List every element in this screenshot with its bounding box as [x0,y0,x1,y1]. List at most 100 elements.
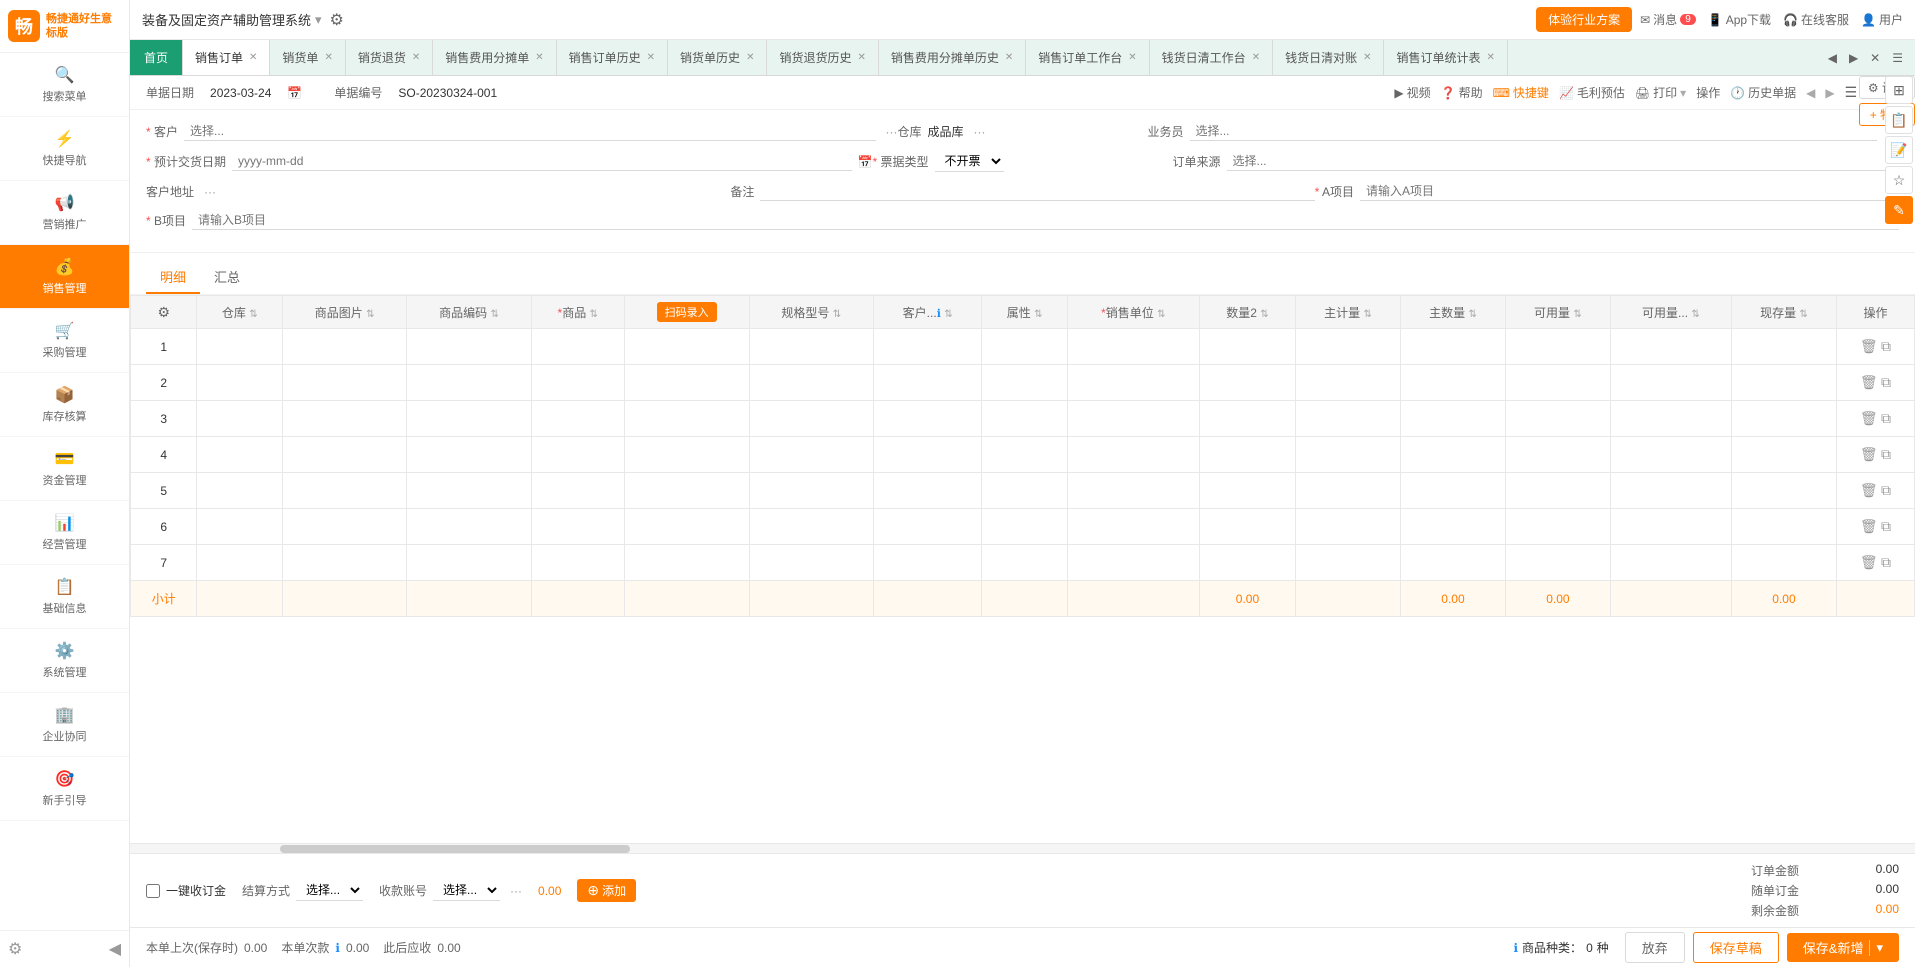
col-sort-icon-product_image[interactable]: ⇅ [366,309,374,320]
cell-row1-sales_unit[interactable] [1067,329,1199,365]
cell-row6-main_unit[interactable] [1296,509,1401,545]
tab-home[interactable]: 首页 [130,40,183,76]
customer-more-icon[interactable]: ··· [886,125,898,139]
collapse-icon[interactable]: ◀ [109,939,121,959]
cell-row3-main_unit[interactable] [1296,401,1401,437]
copy-row-icon[interactable]: ⧉ [1881,554,1891,570]
receipt-more-icon[interactable]: ··· [510,884,522,898]
cell-row3-customer_ref[interactable] [873,401,981,437]
cell-row6-available2[interactable] [1610,509,1731,545]
cell-row7-customer_ref[interactable] [873,545,981,581]
cell-row7-product[interactable] [531,545,624,581]
print-action[interactable]: 🖨 打印 ▾ [1635,84,1686,101]
order-source-input[interactable] [1227,152,1899,171]
cell-row7-operations[interactable]: 🗑 ⧉ [1836,545,1914,581]
cell-row3-available2[interactable] [1610,401,1731,437]
cell-row4-customer_ref[interactable] [873,437,981,473]
col-sort-icon-available2[interactable]: ⇅ [1691,309,1699,320]
settings-icon[interactable]: ⚙ [8,939,22,959]
col-header-settings[interactable]: ⚙ [131,296,197,329]
save-new-button[interactable]: 保存&新增 ▾ [1787,933,1899,962]
cell-row7-main_qty[interactable] [1401,545,1506,581]
cell-row2-attributes[interactable] [982,365,1067,401]
cell-row7-available[interactable] [1505,545,1610,581]
tab-close-sales-return-history[interactable]: ✕ [857,52,865,63]
cell-row4-quantity2[interactable] [1199,437,1295,473]
cell-row1-product_image[interactable] [282,329,406,365]
cell-row6-warehouse[interactable] [197,509,282,545]
cell-row2-sales_unit[interactable] [1067,365,1199,401]
cell-row6-product_code[interactable] [407,509,531,545]
salesperson-input[interactable] [1190,122,1877,141]
cell-row2-available2[interactable] [1610,365,1731,401]
cell-row4-stock[interactable] [1731,437,1836,473]
copy-row-icon[interactable]: ⧉ [1881,338,1891,354]
cell-row1-product_code[interactable] [407,329,531,365]
history-action[interactable]: 🕐 历史单据 [1730,84,1796,101]
cell-row3-attributes[interactable] [982,401,1067,437]
tab-sales-return-history[interactable]: 销货退货历史✕ [767,40,878,76]
operate-action[interactable]: 操作 [1696,84,1720,101]
cell-row5-product_code[interactable] [407,473,531,509]
sidebar-item-finance[interactable]: 💳资金管理 [0,437,129,501]
cell-row4-product_code[interactable] [407,437,531,473]
tab-close-sales-invoice[interactable]: ✕ [324,52,332,63]
cell-row5-scan[interactable] [624,473,749,509]
col-sort-icon-customer_ref[interactable]: ⇅ [944,309,952,320]
tab-close-sales-expense-history[interactable]: ✕ [1005,52,1013,63]
tab-close-sales-invoice-history[interactable]: ✕ [746,52,754,63]
profit-action[interactable]: 📈 毛利预估 [1559,84,1625,101]
cell-row6-customer_ref[interactable] [873,509,981,545]
cell-row4-product[interactable] [531,437,624,473]
cell-row2-warehouse[interactable] [197,365,282,401]
cell-row3-main_qty[interactable] [1401,401,1506,437]
user-action[interactable]: 👤 用户 [1861,11,1903,28]
tab-prev-icon[interactable]: ◀ [1824,49,1841,67]
tab-sales-order-stats[interactable]: 销售订单统计表✕ [1384,40,1507,76]
delivery-calendar-icon[interactable]: 📅 [858,155,873,169]
cell-row5-main_qty[interactable] [1401,473,1506,509]
app-download-action[interactable]: 📱 App下载 [1708,11,1771,28]
tab-close-sales-order-history[interactable]: ✕ [647,52,655,63]
cell-row2-customer_ref[interactable] [873,365,981,401]
delivery-date-input[interactable] [232,152,852,171]
b-project-input[interactable] [192,211,1899,230]
tab-menu-icon[interactable]: ☰ [1888,49,1907,67]
sidebar-item-enterprise[interactable]: 🏢企业协同 [0,693,129,757]
sidebar-item-system[interactable]: ⚙️系统管理 [0,629,129,693]
cell-row6-stock[interactable] [1731,509,1836,545]
invoice-type-select[interactable]: 不开票 [935,151,1004,172]
cell-row3-quantity2[interactable] [1199,401,1295,437]
tab-cash-daily-reconcile[interactable]: 钱货日清对账✕ [1273,40,1384,76]
cell-row1-available[interactable] [1505,329,1610,365]
cell-row2-product_code[interactable] [407,365,531,401]
cell-row7-available2[interactable] [1610,545,1731,581]
tab-close-sales-expense[interactable]: ✕ [535,52,543,63]
cell-row5-product_image[interactable] [282,473,406,509]
remark-input[interactable] [760,182,1314,201]
cell-row3-product_code[interactable] [407,401,531,437]
col-info-icon-customer_ref[interactable]: ℹ [937,308,941,320]
detail-tab-summary[interactable]: 汇总 [200,261,254,294]
cell-row7-stock[interactable] [1731,545,1836,581]
cell-row5-stock[interactable] [1731,473,1836,509]
copy-row-icon[interactable]: ⧉ [1881,518,1891,534]
cell-row1-scan[interactable] [624,329,749,365]
right-icon-5[interactable]: ✎ [1885,196,1913,224]
cell-row1-quantity2[interactable] [1199,329,1295,365]
cell-row5-customer_ref[interactable] [873,473,981,509]
cell-row6-available[interactable] [1505,509,1610,545]
cell-row7-product_image[interactable] [282,545,406,581]
payment-method-select[interactable]: 选择... [296,880,363,901]
cell-row2-available[interactable] [1505,365,1610,401]
col-header-operations[interactable]: 操作 [1836,296,1914,329]
cell-row2-operations[interactable]: 🗑 ⧉ [1836,365,1914,401]
cell-row4-operations[interactable]: 🗑 ⧉ [1836,437,1914,473]
calendar-icon[interactable]: 📅 [287,86,302,100]
col-settings-icon[interactable]: ⚙ [157,304,170,320]
help-action[interactable]: ❓ 帮助 [1441,84,1483,101]
cell-row1-warehouse[interactable] [197,329,282,365]
cell-row1-customer_ref[interactable] [873,329,981,365]
col-sort-icon-sales_unit[interactable]: ⇅ [1157,309,1165,320]
add-receipt-button[interactable]: ⊕ 添加 [577,879,636,902]
